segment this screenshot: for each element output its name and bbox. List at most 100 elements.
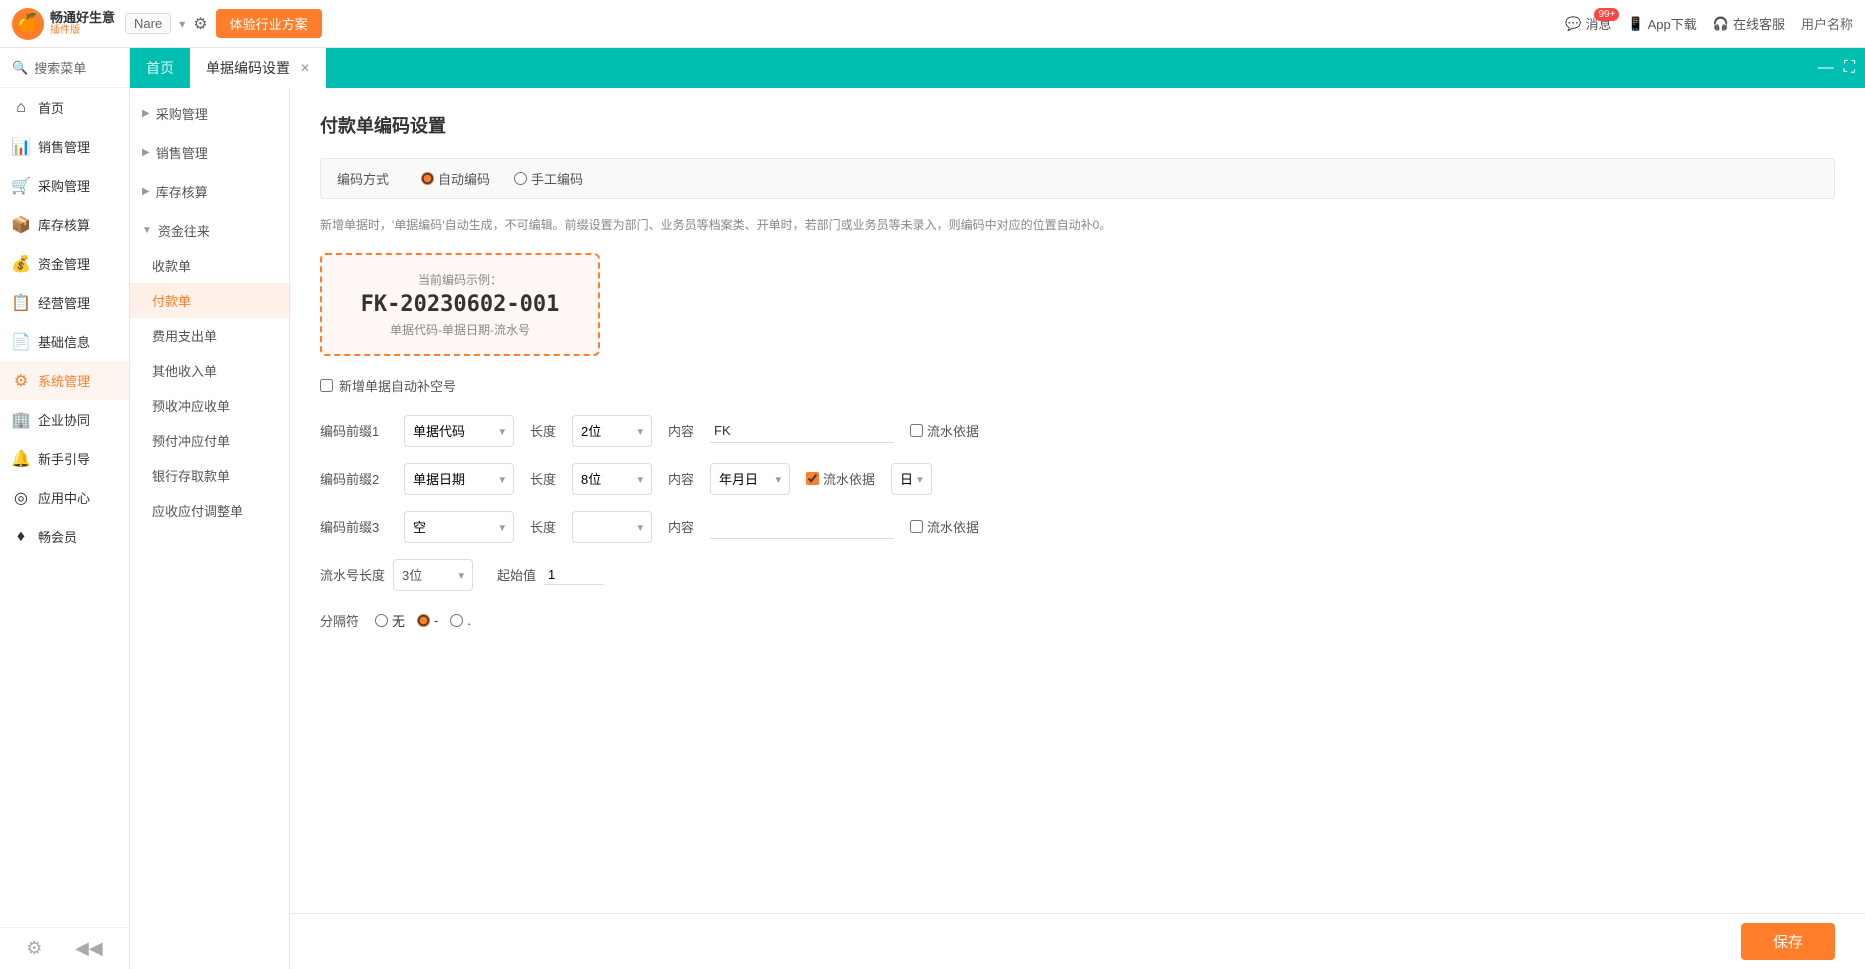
subnav-group-capital-title[interactable]: ▼ 资金往来 bbox=[130, 213, 289, 248]
subnav-item-other-income[interactable]: 其他收入单 bbox=[130, 353, 289, 388]
message-btn[interactable]: 💬 消息 99+ bbox=[1565, 14, 1611, 33]
prefix2-content-select[interactable]: 年月日 bbox=[710, 463, 790, 495]
prefix1-length-select[interactable]: 2位 bbox=[572, 415, 652, 447]
manual-coding-radio[interactable] bbox=[514, 172, 527, 185]
topbar: 🍊 畅通好生意 插件版 Nare ▾ ⚙ 体验行业方案 💬 消息 99+ 📱 A… bbox=[0, 0, 1865, 48]
prefix3-stream-checkbox[interactable] bbox=[910, 520, 923, 533]
arrow-icon: ▶ bbox=[142, 108, 150, 119]
sidebar-item-home[interactable]: ⌂ 首页 bbox=[0, 88, 129, 127]
settings-bottom-icon[interactable]: ⚙ bbox=[26, 938, 42, 959]
sep-none-label: 无 bbox=[392, 611, 405, 630]
page-title: 付款单编码设置 bbox=[320, 112, 1835, 138]
subnav-item-payment[interactable]: 付款单 bbox=[130, 283, 289, 318]
start-val-label: 起始值 bbox=[497, 565, 536, 584]
collapse-icon[interactable]: ◀◀ bbox=[75, 938, 103, 959]
tab-close-btn[interactable]: ✕ bbox=[300, 61, 310, 75]
prefix2-select[interactable]: 单据日期 bbox=[404, 463, 514, 495]
sidebar-item-system[interactable]: ⚙ 系统管理 bbox=[0, 361, 129, 400]
sidebar-label-purchase: 采购管理 bbox=[38, 176, 90, 195]
coding-method-radios: 自动编码 手工编码 bbox=[421, 169, 591, 188]
auto-coding-option[interactable]: 自动编码 bbox=[421, 169, 490, 188]
prefix3-content-label: 内容 bbox=[668, 517, 694, 536]
serial-length-select[interactable]: 3位 bbox=[393, 559, 473, 591]
code-example-label: 当前编码示例： bbox=[346, 271, 574, 288]
prefix3-stream-checkbox-label[interactable]: 流水依据 bbox=[910, 517, 979, 536]
dropdown-icon[interactable]: ▾ bbox=[179, 17, 185, 31]
sidebar-label-member: 畅会员 bbox=[38, 527, 77, 546]
tabbar-minimize-icon[interactable]: — bbox=[1818, 59, 1834, 77]
manual-coding-label: 手工编码 bbox=[531, 169, 583, 188]
tab-document-code[interactable]: 单据编码设置 ✕ bbox=[190, 48, 326, 88]
sep-dash-option[interactable]: - bbox=[417, 613, 438, 628]
subnav-item-receipt[interactable]: 收款单 bbox=[130, 248, 289, 283]
prefix2-stream-checkbox-label[interactable]: 流水依据 bbox=[806, 469, 875, 488]
prefix1-length-val: 2位 bbox=[581, 421, 601, 440]
prefix-row-1: 编码前缀1 单据代码 长度 2位 bbox=[320, 415, 1835, 447]
sep-dot-radio[interactable] bbox=[450, 614, 463, 627]
subnav-item-bank[interactable]: 银行存取款单 bbox=[130, 458, 289, 493]
tabbar-maximize-icon[interactable]: ⛶ bbox=[1844, 59, 1855, 77]
subnav-item-expense[interactable]: 费用支出单 bbox=[130, 318, 289, 353]
serial-length-val: 3位 bbox=[402, 565, 422, 584]
serial-length-dropdown-icon bbox=[458, 567, 464, 582]
subnav-item-prepay-recv[interactable]: 预收冲应收单 bbox=[130, 388, 289, 423]
sidebar-item-operation[interactable]: 📋 经营管理 bbox=[0, 283, 129, 322]
subnav-item-prepay-pay[interactable]: 预付冲应付单 bbox=[130, 423, 289, 458]
sidebar-item-appstore[interactable]: ◎ 应用中心 bbox=[0, 478, 129, 517]
sidebar-item-finance[interactable]: 💰 资金管理 bbox=[0, 244, 129, 283]
settings-icon[interactable]: ⚙ bbox=[193, 14, 207, 34]
exp-btn[interactable]: 体验行业方案 bbox=[216, 9, 322, 38]
prefix2-length-select[interactable]: 8位 bbox=[572, 463, 652, 495]
company-selector[interactable]: Nare bbox=[125, 13, 171, 34]
service-btn[interactable]: 🎧 在线客服 bbox=[1713, 14, 1785, 33]
sidebar-item-purchase[interactable]: 🛒 采购管理 bbox=[0, 166, 129, 205]
sep-none-radio[interactable] bbox=[375, 614, 388, 627]
app-download-btn[interactable]: 📱 App下载 bbox=[1627, 14, 1696, 33]
sidebar-label-inventory: 库存核算 bbox=[38, 215, 90, 234]
prefix1-select-val: 单据代码 bbox=[413, 421, 465, 440]
sidebar-item-company[interactable]: 🏢 企业协同 bbox=[0, 400, 129, 439]
prefix3-dropdown-icon bbox=[499, 519, 505, 534]
prefix2-length-val: 8位 bbox=[581, 469, 601, 488]
prefix2-content-dropdown-icon bbox=[776, 471, 782, 486]
sidebar-item-guide[interactable]: 🔔 新手引导 bbox=[0, 439, 129, 478]
sep-dash-radio[interactable] bbox=[417, 614, 430, 627]
prefix1-stream-checkbox[interactable] bbox=[910, 424, 923, 437]
subnav-group-inventory-title[interactable]: ▶ 库存核算 bbox=[130, 174, 289, 209]
auto-fill-checkbox[interactable] bbox=[320, 379, 333, 392]
subnav-item-adjust[interactable]: 应收应付调整单 bbox=[130, 493, 289, 528]
subnav-group-sales-label: 销售管理 bbox=[156, 143, 208, 162]
sidebar-item-basic[interactable]: 📄 基础信息 bbox=[0, 322, 129, 361]
start-val-input[interactable] bbox=[544, 565, 604, 585]
manual-coding-option[interactable]: 手工编码 bbox=[514, 169, 583, 188]
prefix2-stream-unit-select[interactable]: 日 bbox=[891, 463, 932, 495]
save-button[interactable]: 保存 bbox=[1741, 923, 1835, 960]
prefix1-select[interactable]: 单据代码 bbox=[404, 415, 514, 447]
prefix3-select[interactable]: 空 bbox=[404, 511, 514, 543]
sidebar: 🔍 搜索菜单 ⌂ 首页 📊 销售管理 🛒 采购管理 📦 库存核算 💰 资金管理 … bbox=[0, 48, 130, 969]
arrow-icon-sales: ▶ bbox=[142, 147, 150, 158]
auto-fill-label: 新增单据自动补空号 bbox=[339, 376, 456, 395]
sidebar-search[interactable]: 🔍 搜索菜单 bbox=[0, 48, 129, 88]
subnav-group-purchase-title[interactable]: ▶ 采购管理 bbox=[130, 96, 289, 131]
auto-coding-radio[interactable] bbox=[421, 172, 434, 185]
sep-none-option[interactable]: 无 bbox=[375, 611, 405, 630]
sidebar-item-inventory[interactable]: 📦 库存核算 bbox=[0, 205, 129, 244]
sidebar-item-member[interactable]: ♦ 畅会员 bbox=[0, 517, 129, 556]
subnav-group-sales-title[interactable]: ▶ 销售管理 bbox=[130, 135, 289, 170]
tab-home[interactable]: 首页 bbox=[130, 48, 190, 88]
sep-label: 分隔符 bbox=[320, 611, 359, 630]
prefix2-length-dropdown-icon bbox=[637, 471, 643, 486]
user-info[interactable]: 用户名称 bbox=[1801, 14, 1853, 33]
prefix1-content-input[interactable] bbox=[710, 419, 894, 443]
sep-dash-label: - bbox=[434, 613, 438, 628]
subnav-group-capital-label: 资金往来 bbox=[158, 221, 210, 240]
sidebar-item-sales[interactable]: 📊 销售管理 bbox=[0, 127, 129, 166]
appstore-icon: ◎ bbox=[12, 489, 30, 507]
auto-coding-label: 自动编码 bbox=[438, 169, 490, 188]
prefix3-content-input[interactable] bbox=[710, 515, 894, 539]
prefix2-stream-checkbox[interactable] bbox=[806, 472, 819, 485]
sep-dot-option[interactable]: . bbox=[450, 613, 471, 628]
prefix1-stream-checkbox-label[interactable]: 流水依据 bbox=[910, 421, 979, 440]
prefix3-length-select[interactable] bbox=[572, 511, 652, 543]
